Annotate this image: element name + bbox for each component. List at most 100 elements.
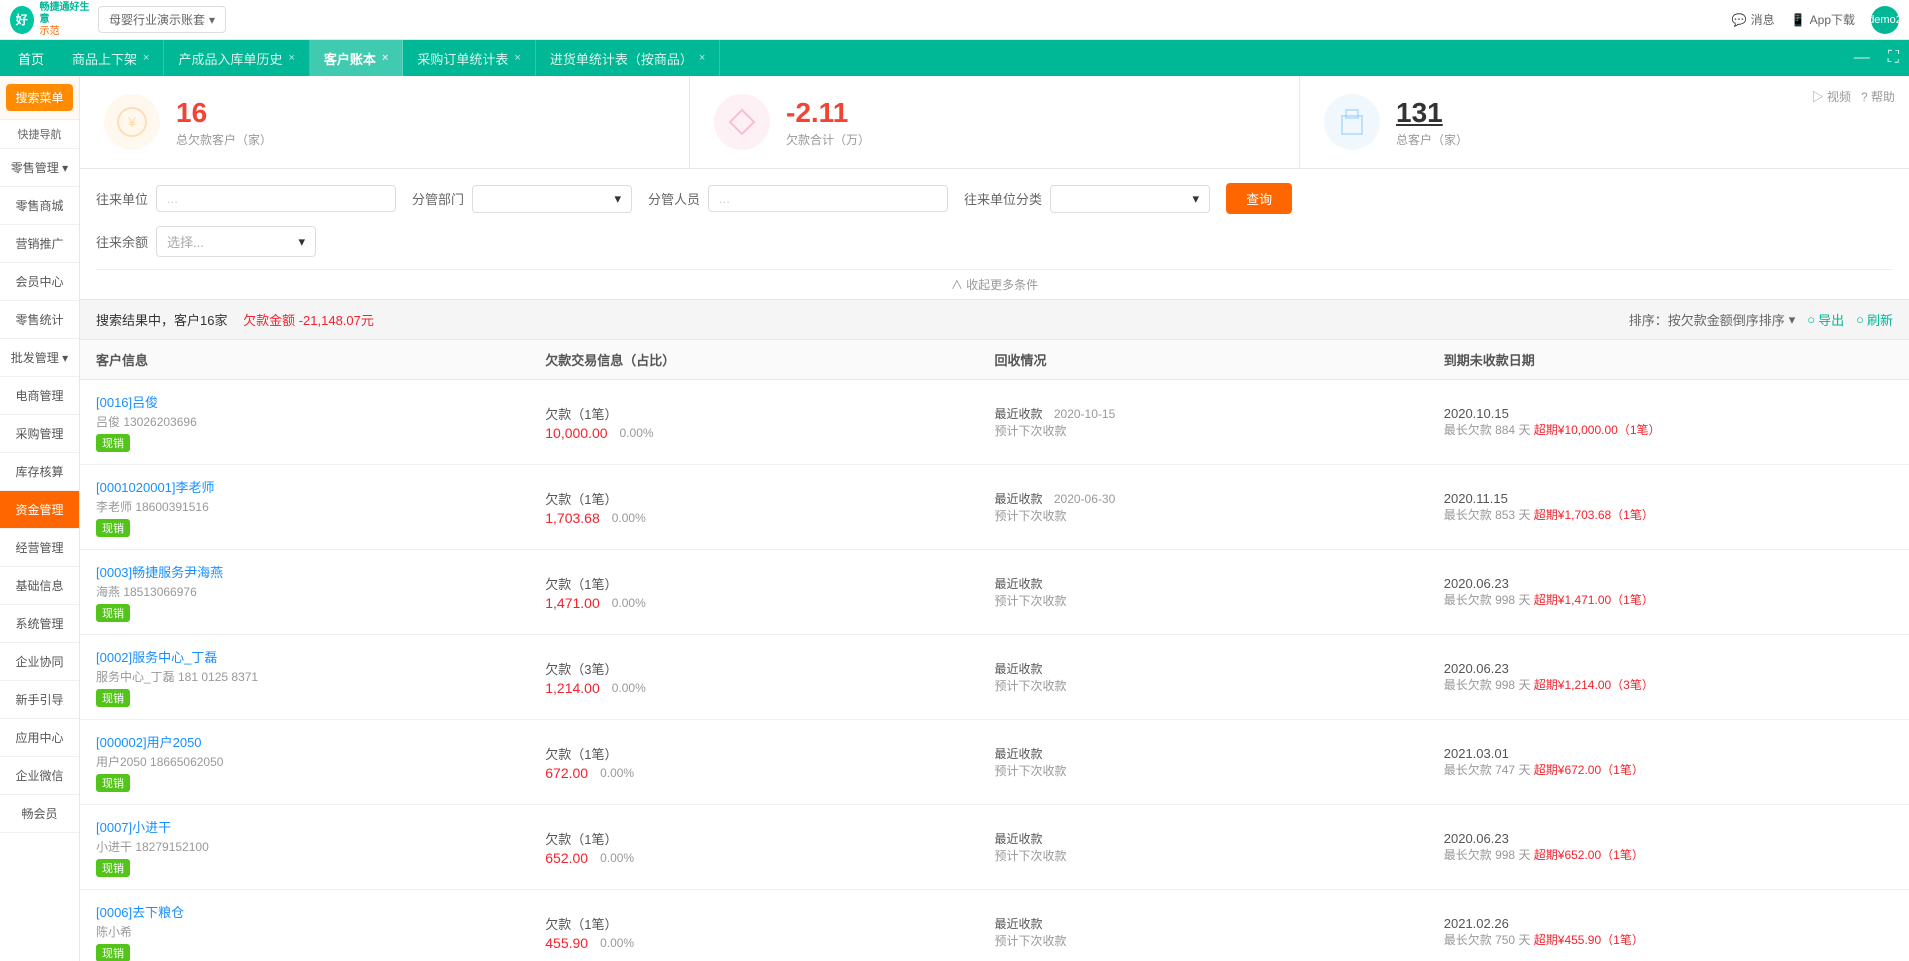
debt-count: 欠款（1笔） (545, 489, 994, 508)
customer-name-link[interactable]: [0002]服务中心_丁磊 (96, 650, 217, 665)
due-date: 2021.03.01 (1444, 746, 1893, 761)
sidebar-item-batch-mgmt[interactable]: 批发管理 ▾ (0, 339, 79, 377)
window-minimize-btn[interactable]: — (1848, 49, 1876, 67)
customer-name-link[interactable]: [0003]畅捷服务尹海燕 (96, 565, 223, 580)
user-profile[interactable]: demo2 (1871, 6, 1899, 34)
tab-customer-account[interactable]: 客户账本 × (310, 40, 403, 76)
sidebar-item-system-mgmt[interactable]: 系统管理 (0, 605, 79, 643)
recent-payment: 最近收款 (995, 660, 1444, 677)
customer-name-link[interactable]: [0006]去下粮仓 (96, 905, 184, 920)
customer-name-link[interactable]: [000002]用户2050 (96, 735, 202, 750)
sidebar-item-enterprise-wechat[interactable]: 企业微信 (0, 757, 79, 795)
close-icon[interactable]: × (514, 52, 520, 64)
overdue-tag[interactable]: 超期¥10,000.00（1笔） (1534, 423, 1661, 437)
customer-name-link[interactable]: [0001020001]李老师 (96, 480, 215, 495)
debt-ratio: 0.00% (600, 936, 634, 950)
store-selector[interactable]: 母婴行业演示账套 ▾ (98, 6, 226, 33)
sidebar-item-operation-mgmt[interactable]: 经营管理 (0, 529, 79, 567)
overdue-tag[interactable]: 超期¥455.90（1笔） (1534, 933, 1644, 947)
help-btn[interactable]: ? 帮助 (1861, 88, 1895, 105)
category-filter: 往来单位分类 ▾ (964, 185, 1210, 213)
sidebar-item-inventory-check[interactable]: 库存核算 (0, 453, 79, 491)
debt-amount-row: 672.00 0.00% (545, 765, 994, 781)
customer-info-cell: [0007]小进干 小进干 18279152100 现销 (96, 817, 545, 877)
sidebar-item-capital-mgmt[interactable]: 资金管理 (0, 491, 79, 529)
sidebar-item-app-center[interactable]: 应用中心 (0, 719, 79, 757)
window-maximize-btn[interactable]: ⛶ (1882, 49, 1905, 67)
close-icon[interactable]: × (143, 52, 149, 64)
debt-amount-row: 652.00 0.00% (545, 850, 994, 866)
close-icon[interactable]: × (288, 52, 294, 64)
sidebar-item-member-center[interactable]: 会员中心 (0, 263, 79, 301)
due-date: 2020.06.23 (1444, 661, 1893, 676)
overdue-days: 最长欠款 998 天 (1444, 678, 1534, 692)
close-icon[interactable]: × (699, 52, 705, 64)
refresh-btn[interactable]: ○ 刷新 (1856, 310, 1893, 329)
collapse-bar[interactable]: ∧ 收起更多条件 (96, 269, 1893, 299)
tab-inbound-stats[interactable]: 进货单统计表（按商品） × (536, 40, 720, 76)
video-btn[interactable]: ▷ 视频 (1812, 88, 1851, 105)
results-actions: 排序：按欠款金额倒序排序 ▾ ○ 导出 ○ 刷新 (1629, 310, 1893, 329)
customer-name-link[interactable]: [0007]小进干 (96, 820, 171, 835)
results-bar: 搜索结果中，客户16家 欠款金额 -21,148.07元 排序：按欠款金额倒序排… (80, 300, 1909, 340)
export-btn[interactable]: ○ 导出 (1807, 310, 1844, 329)
sidebar-item-quick-nav[interactable]: 快捷导航 (0, 120, 79, 149)
summary-cards: ¥ 16 总欠款客户（家） -2.11 欠款合计（万） (80, 76, 1909, 169)
tab-home[interactable]: 首页 (4, 49, 58, 68)
help-icon: ? (1861, 90, 1868, 104)
sidebar-item-ecommerce[interactable]: 电商管理 (0, 377, 79, 415)
overdue-days: 最长欠款 998 天 (1444, 848, 1534, 862)
search-btn[interactable]: 查询 (1226, 183, 1292, 214)
balance-select[interactable]: 选择... ▾ (156, 226, 316, 257)
sidebar-item-enterprise-collab[interactable]: 企业协同 (0, 643, 79, 681)
message-btn[interactable]: 💬 消息 (1732, 11, 1775, 28)
search-menu-btn[interactable]: 搜索菜单 (6, 84, 73, 111)
next-payment: 预计下次收款 (995, 592, 1444, 609)
sidebar-item-marketing[interactable]: 营销推广 (0, 225, 79, 263)
sidebar-item-retail-stats[interactable]: 零售统计 (0, 301, 79, 339)
sidebar-item-basic-info[interactable]: 基础信息 (0, 567, 79, 605)
sort-selector[interactable]: 排序：按欠款金额倒序排序 ▾ (1629, 310, 1796, 329)
customer-phone: 陈小希 (96, 923, 545, 940)
sidebar-item-purchase-mgmt[interactable]: 采购管理 (0, 415, 79, 453)
customer-input[interactable]: ... (156, 185, 396, 212)
due-date: 2020.10.15 (1444, 406, 1893, 421)
debt-amount: 1,703.68 (545, 510, 600, 526)
payment-date: 2020-10-15 (1054, 407, 1115, 421)
sidebar-item-vip-member[interactable]: 畅会员 (0, 795, 79, 833)
payment-cell: 最近收款 预计下次收款 (995, 745, 1444, 779)
overdue-cell: 2021.02.26 最长欠款 750 天 超期¥455.90（1笔） (1444, 916, 1893, 948)
overdue-tag[interactable]: 超期¥1,703.68（1笔） (1534, 508, 1654, 522)
staff-input[interactable]: ... (708, 185, 948, 212)
app-download-label: App下载 (1810, 11, 1855, 28)
sidebar-item-retail-mgmt[interactable]: 零售管理 ▾ (0, 149, 79, 187)
customer-name-link[interactable]: [0016]吕俊 (96, 395, 158, 410)
payment-label: 最近收款 (995, 832, 1043, 846)
table-row: [0016]吕俊 吕俊 13026203696 现销 欠款（1笔） 10,000… (80, 380, 1909, 465)
customer-input-placeholder: ... (167, 191, 178, 206)
recent-payment: 最近收款 (995, 830, 1444, 847)
dept-select[interactable]: ▾ (472, 185, 632, 213)
tab-product-stock-history[interactable]: 产成品入库单历史 × (164, 40, 309, 76)
debt-cell: 欠款（1笔） 455.90 0.00% (545, 914, 994, 951)
table-row: [0002]服务中心_丁磊 服务中心_丁磊 181 0125 8371 现销 欠… (80, 635, 1909, 720)
tab-purchase-order-stats[interactable]: 采购订单统计表 × (403, 40, 535, 76)
overdue-tag[interactable]: 超期¥652.00（1笔） (1534, 848, 1644, 862)
video-icon: ▷ (1812, 90, 1824, 104)
close-icon[interactable]: × (382, 52, 388, 64)
data-table: 客户信息 欠款交易信息（占比） 回收情况 到期未收款日期 [0016]吕俊 吕俊… (80, 340, 1909, 961)
overdue-tag[interactable]: 超期¥1,471.00（1笔） (1534, 593, 1654, 607)
recent-payment: 最近收款 (995, 745, 1444, 762)
customer-phone: 服务中心_丁磊 181 0125 8371 (96, 668, 545, 685)
sidebar-item-new-guide[interactable]: 新手引导 (0, 681, 79, 719)
overdue-cell: 2020.10.15 最长欠款 884 天 超期¥10,000.00（1笔） (1444, 406, 1893, 438)
overdue-tag[interactable]: 超期¥1,214.00（3笔） (1534, 678, 1654, 692)
debt-ratio: 0.00% (612, 681, 646, 695)
sidebar-item-retail-store[interactable]: 零售商城 (0, 187, 79, 225)
category-select[interactable]: ▾ (1050, 185, 1210, 213)
overdue-tag[interactable]: 超期¥672.00（1笔） (1534, 763, 1644, 777)
next-payment: 预计下次收款 (995, 762, 1444, 779)
total-customer-label: 总客户（家） (1396, 131, 1468, 148)
app-download-btn[interactable]: 📱 App下载 (1791, 11, 1855, 28)
tab-product-listing[interactable]: 商品上下架 × (58, 40, 164, 76)
